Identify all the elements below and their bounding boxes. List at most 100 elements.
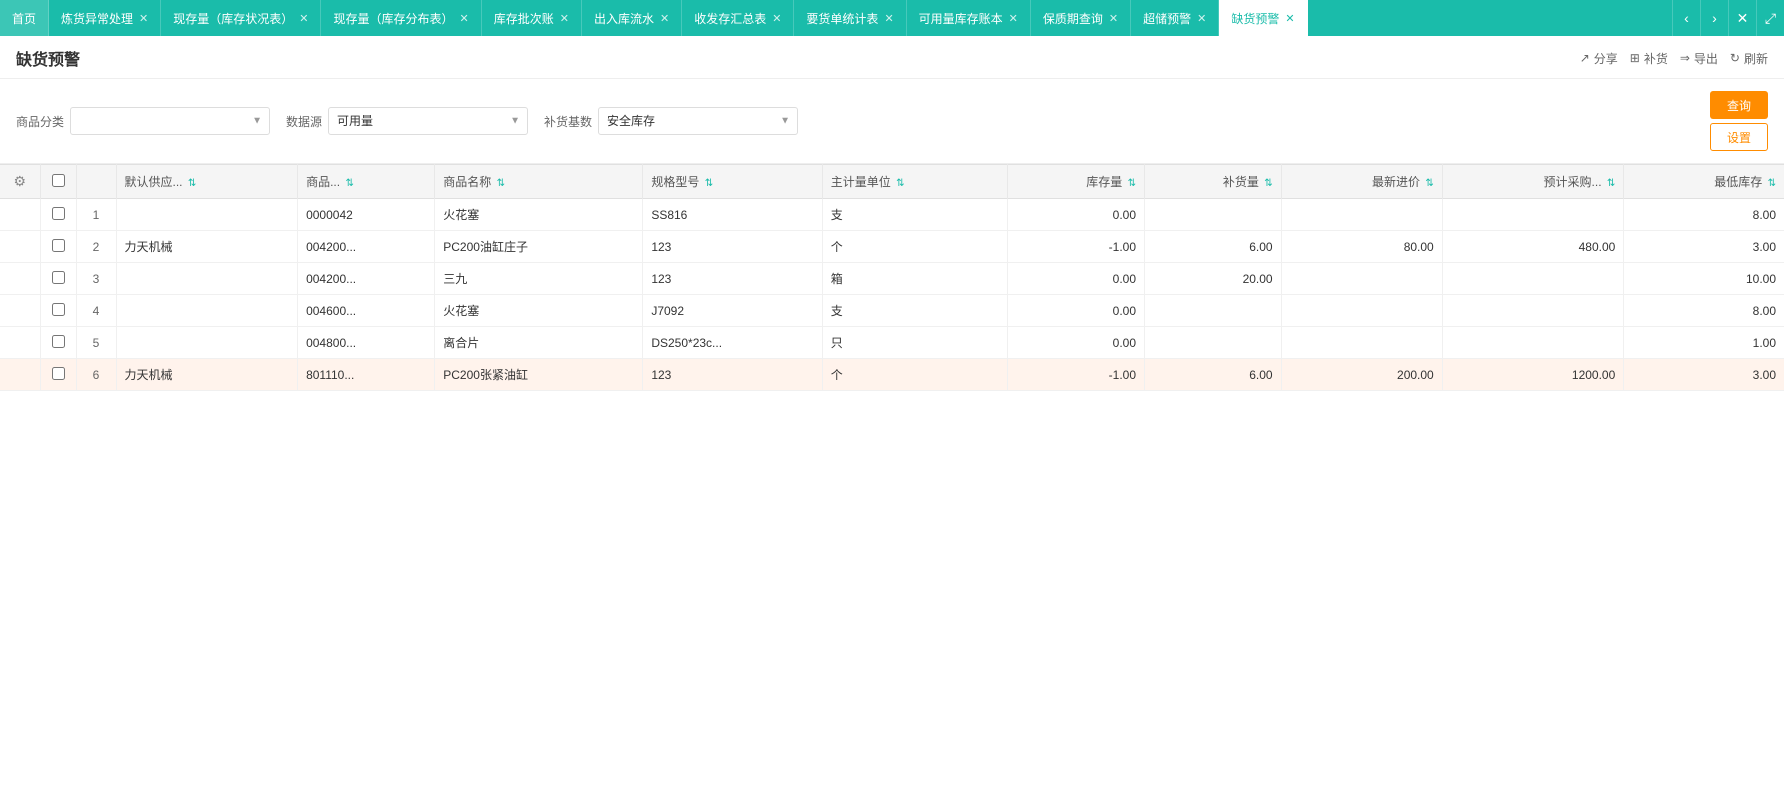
- th-replenish[interactable]: 补货量 ⇅: [1145, 165, 1282, 199]
- cell-unit: 个: [822, 359, 1008, 391]
- category-filter-group: 商品分类: [16, 107, 270, 135]
- cell-checkbox[interactable]: [40, 295, 76, 327]
- th-settings[interactable]: ⚙: [0, 165, 40, 199]
- cell-settings: [0, 327, 40, 359]
- tab-expiry-query[interactable]: 保质期查询 ✕: [1031, 0, 1131, 36]
- cell-name: 离合片: [435, 327, 643, 359]
- replenish-icon: ⊞: [1630, 51, 1640, 65]
- category-select-wrapper: [70, 107, 270, 135]
- th-est-purchase[interactable]: 预计采购... ⇅: [1442, 165, 1624, 199]
- tab-close-order-stats[interactable]: ✕: [884, 12, 893, 25]
- cell-settings: [0, 359, 40, 391]
- tab-close-inout-flow[interactable]: ✕: [660, 12, 669, 25]
- cell-checkbox[interactable]: [40, 199, 76, 231]
- sort-icon-spec: ⇅: [705, 178, 713, 189]
- tab-receive-summary[interactable]: 收发存汇总表 ✕: [682, 0, 794, 36]
- cell-latest-price: 80.00: [1281, 231, 1442, 263]
- export-button[interactable]: ⇒ 导出: [1680, 50, 1718, 67]
- cell-stock: 0.00: [1008, 327, 1145, 359]
- th-latest-price[interactable]: 最新进价 ⇅: [1281, 165, 1442, 199]
- cell-latest-price: [1281, 295, 1442, 327]
- tab-close-expiry-query[interactable]: ✕: [1109, 12, 1118, 25]
- cell-supplier: [116, 295, 298, 327]
- table-body: 1 0000042 火花塞 SS816 支 0.00 8.00 2 力天机械 0…: [0, 199, 1784, 391]
- tab-available-ledger[interactable]: 可用量库存账本 ✕: [907, 0, 1031, 36]
- tab-expand-button[interactable]: ⤢: [1756, 0, 1784, 36]
- cell-checkbox[interactable]: [40, 231, 76, 263]
- cell-replenish: [1145, 199, 1282, 231]
- refresh-button[interactable]: ↻ 刷新: [1730, 50, 1768, 67]
- th-stock[interactable]: 库存量 ⇅: [1008, 165, 1145, 199]
- select-all-checkbox[interactable]: [52, 174, 65, 187]
- tab-shortage[interactable]: 缺货预警 ✕: [1219, 0, 1307, 36]
- filter-bar: 商品分类 数据源 可用量 补货基数 安全库存: [0, 79, 1784, 164]
- cell-code: 004800...: [298, 327, 435, 359]
- cell-latest-price: [1281, 263, 1442, 295]
- data-table: ⚙ 默认供应... ⇅ 商品... ⇅ 商品名称: [0, 164, 1784, 391]
- tab-inventory-status[interactable]: 现存量（库存状况表） ✕: [161, 0, 321, 36]
- cell-est-purchase: [1442, 295, 1624, 327]
- replenish-base-select[interactable]: 安全库存: [598, 107, 798, 135]
- share-button[interactable]: ↗ 分享: [1580, 50, 1618, 67]
- tab-close-all-button[interactable]: ✕: [1728, 0, 1756, 36]
- cell-stock: 0.00: [1008, 295, 1145, 327]
- cell-settings: [0, 231, 40, 263]
- tab-close-shortage[interactable]: ✕: [1285, 12, 1294, 25]
- tab-batch-account[interactable]: 库存批次账 ✕: [482, 0, 582, 36]
- tab-next-button[interactable]: ›: [1700, 0, 1728, 36]
- table-row: 3 004200... 三九 123 箱 0.00 20.00 10.00: [0, 263, 1784, 295]
- tab-prev-button[interactable]: ‹: [1672, 0, 1700, 36]
- tab-close-receive-summary[interactable]: ✕: [772, 12, 781, 25]
- cell-min-stock: 8.00: [1624, 199, 1784, 231]
- cell-checkbox[interactable]: [40, 263, 76, 295]
- tab-inventory-dist[interactable]: 现存量（库存分布表） ✕: [321, 0, 481, 36]
- row-checkbox[interactable]: [52, 367, 65, 380]
- tab-close-inventory-status[interactable]: ✕: [299, 12, 308, 25]
- cell-stock: -1.00: [1008, 231, 1145, 263]
- th-code[interactable]: 商品... ⇅: [298, 165, 435, 199]
- settings-button[interactable]: 设置: [1710, 123, 1768, 151]
- cell-index: 3: [76, 263, 116, 295]
- tab-close-overstock[interactable]: ✕: [1197, 12, 1206, 25]
- cell-unit: 支: [822, 295, 1008, 327]
- row-checkbox[interactable]: [52, 335, 65, 348]
- row-checkbox[interactable]: [52, 207, 65, 220]
- row-checkbox[interactable]: [52, 239, 65, 252]
- query-button[interactable]: 查询: [1710, 91, 1768, 119]
- table-container: ⚙ 默认供应... ⇅ 商品... ⇅ 商品名称: [0, 164, 1784, 391]
- th-min-stock[interactable]: 最低库存 ⇅: [1624, 165, 1784, 199]
- row-checkbox[interactable]: [52, 271, 65, 284]
- th-supplier[interactable]: 默认供应... ⇅: [116, 165, 298, 199]
- tab-close-inventory-dist[interactable]: ✕: [460, 12, 469, 25]
- tab-overstock[interactable]: 超储预警 ✕: [1131, 0, 1219, 36]
- cell-code: 0000042: [298, 199, 435, 231]
- tab-close-batch-account[interactable]: ✕: [560, 12, 569, 25]
- category-select[interactable]: [70, 107, 270, 135]
- cell-stock: -1.00: [1008, 359, 1145, 391]
- filter-actions: 查询 设置: [1710, 91, 1768, 151]
- tab-abnormal[interactable]: 炼货异常处理 ✕: [49, 0, 161, 36]
- row-checkbox[interactable]: [52, 303, 65, 316]
- tab-order-stats[interactable]: 要货单统计表 ✕: [794, 0, 906, 36]
- cell-unit: 个: [822, 231, 1008, 263]
- th-name[interactable]: 商品名称 ⇅: [435, 165, 643, 199]
- tab-close-available-ledger[interactable]: ✕: [1009, 12, 1018, 25]
- replenish-button[interactable]: ⊞ 补货: [1630, 50, 1668, 67]
- settings-icon[interactable]: ⚙: [13, 173, 26, 189]
- th-spec[interactable]: 规格型号 ⇅: [643, 165, 822, 199]
- cell-latest-price: [1281, 327, 1442, 359]
- cell-checkbox[interactable]: [40, 327, 76, 359]
- cell-name: PC200张紧油缸: [435, 359, 643, 391]
- cell-est-purchase: [1442, 263, 1624, 295]
- tab-close-abnormal[interactable]: ✕: [139, 12, 148, 25]
- th-unit[interactable]: 主计量单位 ⇅: [822, 165, 1008, 199]
- datasource-select[interactable]: 可用量: [328, 107, 528, 135]
- sort-icon-code: ⇅: [345, 178, 353, 189]
- sort-icon-replenish: ⇅: [1264, 178, 1272, 189]
- tab-home[interactable]: 首页: [0, 0, 49, 36]
- datasource-select-wrapper: 可用量: [328, 107, 528, 135]
- replenish-base-filter-group: 补货基数 安全库存: [544, 107, 798, 135]
- cell-checkbox[interactable]: [40, 359, 76, 391]
- th-checkbox[interactable]: [40, 165, 76, 199]
- tab-inout-flow[interactable]: 出入库流水 ✕: [582, 0, 682, 36]
